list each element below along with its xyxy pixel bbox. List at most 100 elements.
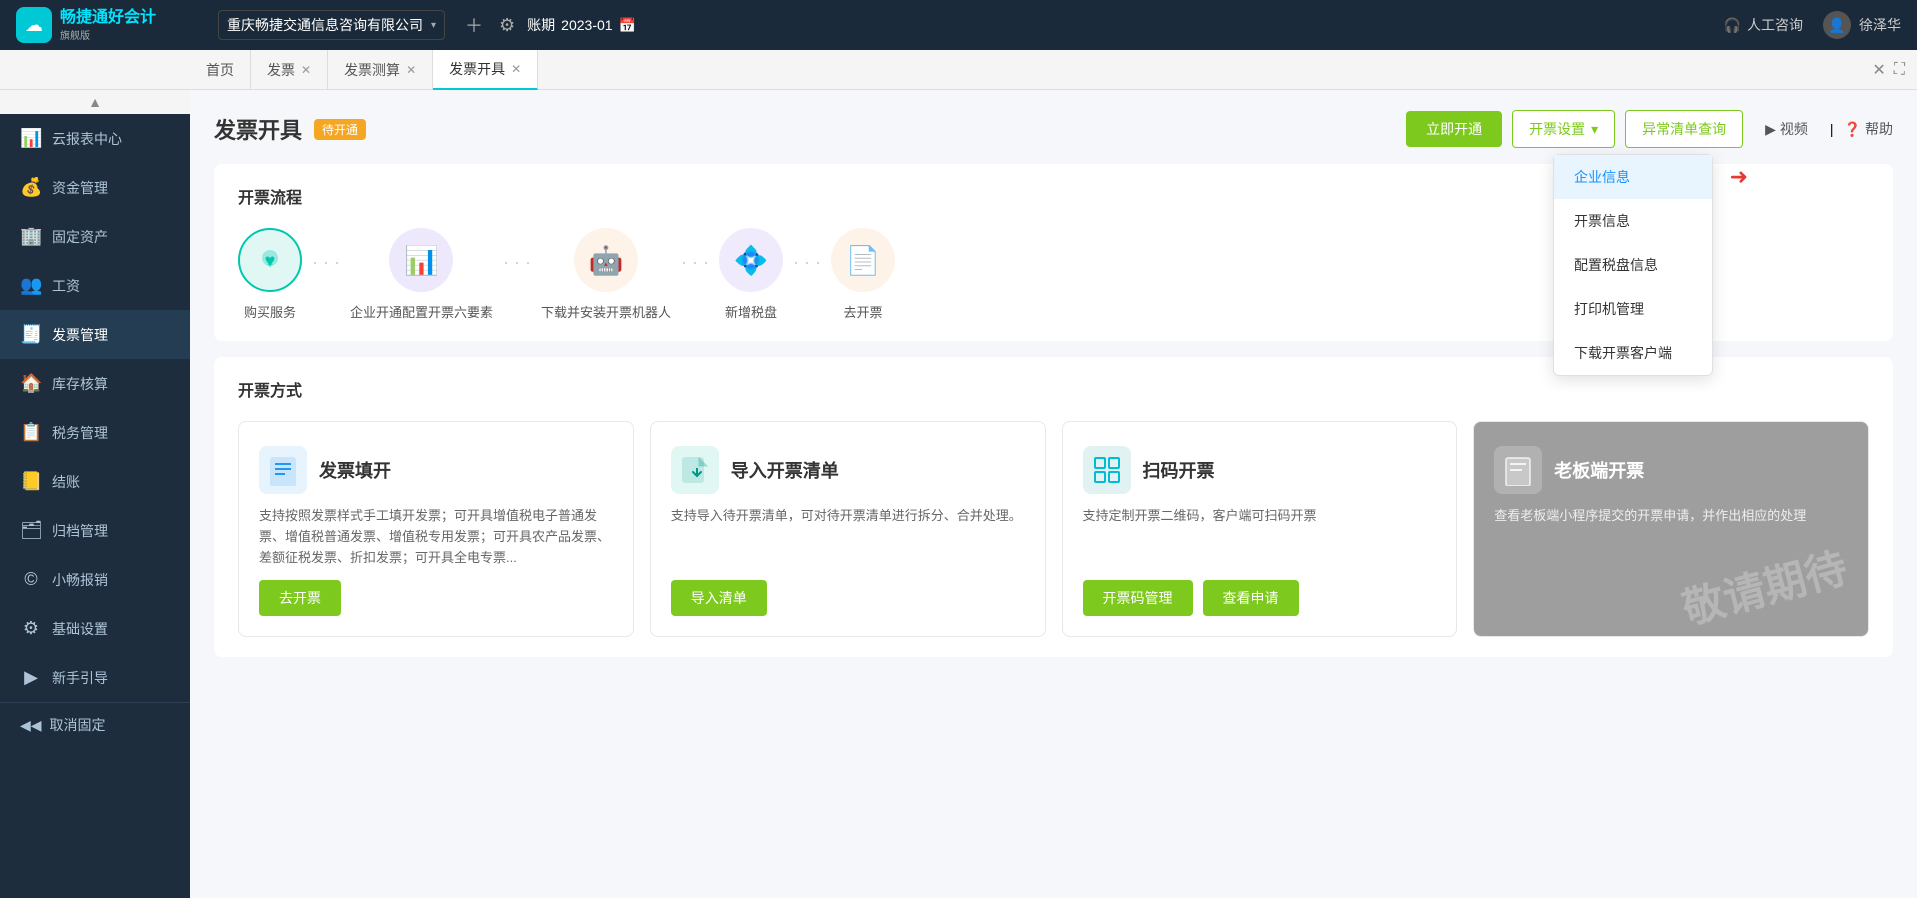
logo-area: ☁ 畅捷通好会计 旗舰版 (16, 7, 206, 43)
maximize-button[interactable]: ⛶ (1894, 61, 1905, 79)
sidebar-item-settings[interactable]: ⚙ 基础设置 (0, 604, 190, 653)
method-card-scan-title: 扫码开票 (1143, 457, 1215, 483)
sidebar-item-assets[interactable]: 🏢 固定资产 (0, 212, 190, 261)
scroll-up-button[interactable]: ▲ (0, 90, 190, 114)
method-card-scan-header: 扫码开票 (1083, 446, 1437, 494)
support-button[interactable]: 🎧 人工咨询 (1724, 15, 1803, 35)
avatar: 👤 (1823, 11, 1851, 39)
qr-manage-button[interactable]: 开票码管理 (1083, 580, 1193, 616)
step-icon-buy: ♥+ (238, 228, 302, 292)
headset-icon: 🎧 (1724, 17, 1741, 34)
sidebar-item-payroll[interactable]: 👥 工资 (0, 261, 190, 310)
dropdown-item-company-info[interactable]: 企业信息 ➜ (1554, 155, 1712, 199)
close-icon[interactable]: ✕ (511, 62, 521, 76)
method-icon-boss (1494, 446, 1542, 494)
close-icon[interactable]: ✕ (301, 63, 311, 77)
step-connector-2: · · · (493, 252, 541, 273)
activate-button[interactable]: 立即开通 (1406, 111, 1502, 147)
step-icon-tax-disk: 💠 (719, 228, 783, 292)
sidebar-item-tax[interactable]: 📋 税务管理 (0, 408, 190, 457)
step-icon-config: 📊 (389, 228, 453, 292)
flow-step-tax-disk: 💠 新增税盘 (719, 228, 783, 321)
content-area: 发票开具 待开通 立即开通 开票设置 ▾ 异常清单查询 ▶ 视频 | (190, 90, 1917, 898)
accounting-icon: 📒 (20, 471, 42, 492)
sidebar-item-xiaochang[interactable]: © 小畅报销 (0, 555, 190, 604)
status-badge: 待开通 (314, 119, 366, 140)
sidebar-item-inventory[interactable]: 🏠 库存核算 (0, 359, 190, 408)
tab-home[interactable]: 首页 (190, 50, 251, 90)
invoice-icon: 🧾 (20, 324, 42, 345)
settings-dropdown-menu: 企业信息 ➜ 开票信息 配置税盘信息 打印机管理 下载开票客户端 (1553, 154, 1713, 376)
scan-buttons: 开票码管理 查看申请 (1083, 580, 1437, 616)
svg-text:+: + (267, 260, 273, 271)
help-button[interactable]: ❓ 帮助 (1844, 111, 1893, 147)
step-connector-4: · · · (783, 252, 831, 273)
sidebar-cancel-pin[interactable]: ◀◀ 取消固定 (0, 702, 190, 747)
close-window-button[interactable]: ✕ (1872, 60, 1885, 80)
method-card-manual-header: 发票填开 (259, 446, 613, 494)
step-connector-3: · · · (671, 252, 719, 273)
tab-invoice[interactable]: 发票 ✕ (251, 50, 328, 90)
dropdown-item-download-client[interactable]: 下载开票客户端 (1554, 331, 1712, 375)
chevron-down-icon: ▾ (431, 20, 436, 31)
calendar-icon[interactable]: 📅 (619, 17, 636, 34)
right-actions: 🎧 人工咨询 👤 徐泽华 (1724, 11, 1901, 39)
archive-icon: 🗂 (20, 520, 42, 541)
tab-right-actions: ✕ ⛶ (1872, 60, 1917, 80)
methods-section: 开票方式 发票填开 支持按照发票样式手工填开发票；可开具增值税电子普通发票、增值… (214, 357, 1893, 657)
method-card-boss-title: 老板端开票 (1554, 457, 1644, 483)
red-arrow-icon: ➜ (1730, 164, 1748, 190)
user-info[interactable]: 👤 徐泽华 (1823, 11, 1901, 39)
period-info: 账期 2023-01 📅 (527, 15, 636, 35)
sidebar-item-reports[interactable]: 📊 云报表中心 (0, 114, 190, 163)
import-list-button[interactable]: 导入清单 (671, 580, 767, 616)
unpin-icon: ◀◀ (20, 717, 42, 734)
company-selector[interactable]: 重庆畅捷交通信息咨询有限公司 ▾ (218, 10, 445, 40)
help-icon: ❓ (1844, 121, 1861, 138)
dropdown-item-printer-mgmt[interactable]: 打印机管理 (1554, 287, 1712, 331)
flow-step-config: 📊 企业开通配置开票六要素 (350, 228, 493, 321)
flow-step-download: 🤖 下载并安装开票机器人 (541, 228, 671, 321)
add-button[interactable]: ＋ (465, 12, 483, 38)
page-actions: 立即开通 开票设置 ▾ 异常清单查询 ▶ 视频 | ❓ 帮助 (1406, 110, 1893, 148)
dropdown-item-invoice-info[interactable]: 开票信息 (1554, 199, 1712, 243)
flow-step-go-issue: 📄 去开票 (831, 228, 895, 321)
video-button[interactable]: ▶ 视频 (1753, 111, 1820, 147)
close-icon[interactable]: ✕ (406, 63, 416, 77)
manual-go-issue-button[interactable]: 去开票 (259, 580, 341, 616)
divider: | (1830, 121, 1834, 137)
method-icon-manual (259, 446, 307, 494)
tab-invoice-test[interactable]: 发票测算 ✕ (328, 50, 433, 90)
sidebar-item-funds[interactable]: 💰 资金管理 (0, 163, 190, 212)
method-card-scan-desc: 支持定制开票二维码，客户端可扫码开票 (1083, 506, 1437, 568)
sidebar-item-archive[interactable]: 🗂 归档管理 (0, 506, 190, 555)
method-card-boss: 老板端开票 查看老板端小程序提交的开票申请，并作出相应的处理 敬请期待 (1473, 421, 1869, 637)
method-card-import-header: 导入开票清单 (671, 446, 1025, 494)
sidebar-item-accounting[interactable]: 📒 结账 (0, 457, 190, 506)
view-apply-button[interactable]: 查看申请 (1203, 580, 1299, 616)
chevron-down-icon: ▾ (1591, 121, 1598, 138)
settings-icon[interactable]: ⚙ (499, 15, 515, 36)
logo-icon: ☁ (16, 7, 52, 43)
watermark-text: 敬请期待 (1675, 535, 1853, 637)
method-icon-scan (1083, 446, 1131, 494)
payroll-icon: 👥 (20, 275, 42, 296)
tab-invoice-issue[interactable]: 发票开具 ✕ (433, 50, 538, 90)
play-icon: ▶ (1765, 121, 1776, 138)
dropdown-item-tax-disk-config[interactable]: 配置税盘信息 (1554, 243, 1712, 287)
method-card-import: 导入开票清单 支持导入待开票清单，可对待开票清单进行拆分、合并处理。 导入清单 (650, 421, 1046, 637)
top-bar: ☁ 畅捷通好会计 旗舰版 重庆畅捷交通信息咨询有限公司 ▾ ＋ ⚙ 账期 202… (0, 0, 1917, 50)
sidebar-item-guide[interactable]: ▶ 新手引导 (0, 653, 190, 702)
method-card-manual-title: 发票填开 (319, 457, 391, 483)
exception-list-button[interactable]: 异常清单查询 (1625, 110, 1743, 148)
app-name: 畅捷通好会计 (60, 8, 156, 27)
method-card-boss-desc: 查看老板端小程序提交的开票申请，并作出相应的处理 (1494, 506, 1848, 527)
sidebar-item-invoice-mgmt[interactable]: 🧾 发票管理 (0, 310, 190, 359)
sidebar: ▲ 📊 云报表中心 💰 资金管理 🏢 固定资产 👥 工资 🧾 发票管理 🏠 库存… (0, 90, 190, 898)
method-card-scan: 扫码开票 支持定制开票二维码，客户端可扫码开票 开票码管理 查看申请 (1062, 421, 1458, 637)
tax-icon: 📋 (20, 422, 42, 443)
settings-icon: ⚙ (20, 618, 42, 639)
invoice-settings-button[interactable]: 开票设置 ▾ (1512, 110, 1615, 148)
assets-icon: 🏢 (20, 226, 42, 247)
step-connector-1: · · · (302, 252, 350, 273)
